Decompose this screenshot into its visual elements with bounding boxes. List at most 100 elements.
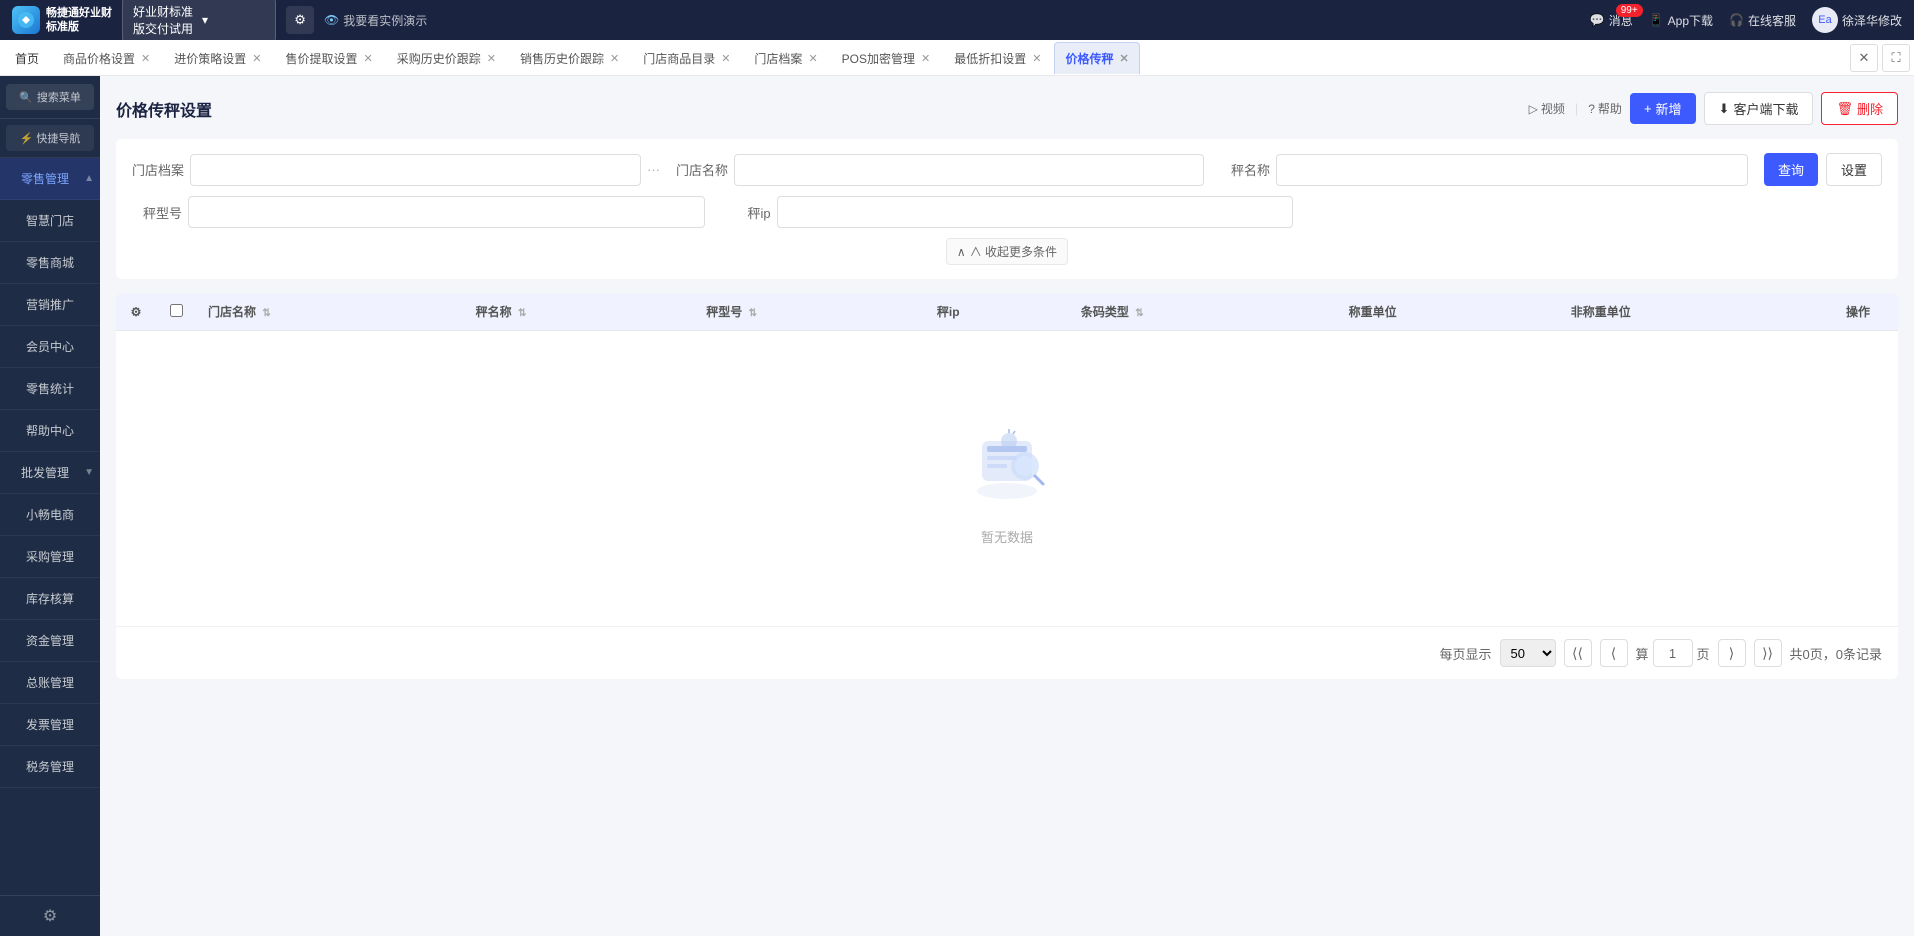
th-barcode-type: 条码类型 ⇅	[1069, 293, 1337, 331]
sidebar-item-smart-store[interactable]: 智慧门店	[0, 200, 100, 242]
tab-product-price[interactable]: 商品价格设置 ✕	[52, 42, 161, 74]
close-icon[interactable]: ✕	[808, 52, 817, 65]
per-page-select[interactable]: 20 50 100	[1500, 639, 1556, 667]
total-label: 共0页，0条记录	[1790, 644, 1882, 663]
scale-ip-input[interactable]	[777, 196, 1294, 228]
sidebar-item-retail[interactable]: 零售管理 ▲	[0, 158, 100, 200]
trash-icon: 🗑	[1836, 101, 1853, 117]
store-file-ellipsis[interactable]: ···	[647, 162, 660, 177]
table-wrap: ⚙ 门店名称 ⇅ 秤名称 ⇅	[116, 293, 1898, 626]
tab-store-catalog[interactable]: 门店商品目录 ✕	[632, 42, 741, 74]
tab-price-scale[interactable]: 价格传秤 ✕	[1054, 42, 1139, 74]
collapse-row: ∧ ∧ 收起更多条件	[132, 238, 1882, 265]
close-icon[interactable]: ✕	[252, 52, 261, 65]
quick-nav-button[interactable]: ⚡ 快捷导航	[6, 125, 94, 151]
scale-model-label: 秤型号	[132, 203, 182, 222]
close-icon[interactable]: ✕	[487, 52, 496, 65]
sidebar-item-purchase[interactable]: 采购管理	[0, 536, 100, 578]
close-icon[interactable]: ✕	[921, 52, 930, 65]
table-header-row: ⚙ 门店名称 ⇅ 秤名称 ⇅	[116, 293, 1898, 331]
first-page-button[interactable]: ⟨⟨	[1564, 639, 1592, 667]
close-icon[interactable]: ✕	[610, 52, 619, 65]
app-name: 畅捷通好业财 标准版	[46, 6, 112, 35]
sidebar-item-inventory[interactable]: 库存核算	[0, 578, 100, 620]
message-badge: 99+	[1616, 4, 1643, 17]
sidebar-item-finance[interactable]: 资金管理	[0, 620, 100, 662]
tab-store-file[interactable]: 门店档案 ✕	[743, 42, 828, 74]
sidebar-item-wholesale[interactable]: 批发管理 ▼	[0, 452, 100, 494]
demo-button[interactable]: 👁 我要看实例演示	[324, 12, 427, 29]
message-icon: 💬	[1590, 13, 1605, 27]
topbar-right: 💬 消息 99+ 📱 App下载 🎧 在线客服 Ea 徐泽华修改	[1590, 7, 1902, 33]
video-link[interactable]: ▷ 视频	[1529, 100, 1565, 117]
service-button[interactable]: 🎧 在线客服	[1729, 12, 1796, 29]
tab-purchase-history[interactable]: 采购历史价跟踪 ✕	[386, 42, 507, 74]
page-input[interactable]	[1653, 639, 1693, 667]
version-selector[interactable]: 好业财标准版交付试用 ▾	[122, 0, 276, 42]
th-scale-ip: 秤ip	[925, 293, 1069, 331]
sidebar-item-marketing[interactable]: 营销推广	[0, 284, 100, 326]
close-icon[interactable]: ✕	[1032, 52, 1041, 65]
tab-sale-price[interactable]: 售价提取设置 ✕	[274, 42, 383, 74]
close-icon[interactable]: ✕	[721, 52, 730, 65]
close-icon[interactable]: ✕	[141, 52, 150, 65]
sidebar-item-retail-stats[interactable]: 零售统计	[0, 368, 100, 410]
sidebar-search-section: 🔍 搜索菜单	[0, 76, 100, 119]
search-menu-button[interactable]: 🔍 搜索菜单	[6, 84, 94, 110]
close-icon[interactable]: ✕	[1119, 52, 1128, 65]
tab-min-discount[interactable]: 最低折扣设置 ✕	[943, 42, 1052, 74]
delete-button[interactable]: 🗑 删除	[1821, 92, 1898, 125]
tab-purchase-strategy[interactable]: 进价策略设置 ✕	[163, 42, 272, 74]
settings-icon[interactable]: ⚙	[131, 305, 142, 319]
tab-pos-encrypt[interactable]: POS加密管理 ✕	[831, 42, 942, 74]
collapse-button[interactable]: ∧ ∧ 收起更多条件	[946, 238, 1068, 265]
empty-state: 暂无数据	[116, 331, 1898, 626]
filter-store-file: 门店档案 ···	[132, 154, 660, 186]
user-menu[interactable]: Ea 徐泽华修改	[1812, 7, 1902, 33]
add-button[interactable]: + 新增	[1630, 93, 1696, 124]
sidebar-item-tax[interactable]: 税务管理	[0, 746, 100, 788]
config-button[interactable]: ⚙	[286, 6, 314, 34]
store-file-input[interactable]	[190, 154, 641, 186]
sidebar-item-ledger[interactable]: 总账管理	[0, 662, 100, 704]
chevron-down-icon: ▾	[202, 13, 265, 27]
sidebar-item-help[interactable]: 帮助中心	[0, 410, 100, 452]
close-icon[interactable]: ✕	[364, 52, 373, 65]
message-button[interactable]: 💬 消息 99+	[1590, 12, 1633, 29]
tab-sale-history[interactable]: 销售历史价跟踪 ✕	[509, 42, 630, 74]
sidebar-item-ecommerce[interactable]: 小畅电商	[0, 494, 100, 536]
fullscreen-button[interactable]: ⛶	[1882, 44, 1910, 72]
filter-row-1: 门店档案 ··· 门店名称 秤名称 查询 设置	[132, 153, 1882, 186]
prev-page-button[interactable]: ⟨	[1600, 639, 1628, 667]
select-all-checkbox[interactable]	[170, 304, 183, 317]
logo-icon	[12, 6, 40, 34]
headset-icon: 🎧	[1729, 13, 1744, 27]
scale-name-label: 秤名称	[1220, 160, 1270, 179]
th-scale-name: 秤名称 ⇅	[464, 293, 695, 331]
per-page-label: 每页显示	[1439, 644, 1491, 663]
query-button[interactable]: 查询	[1764, 153, 1818, 186]
store-name-input[interactable]	[734, 154, 1204, 186]
app-download-button[interactable]: 📱 App下载	[1649, 12, 1713, 29]
setting-button[interactable]: 设置	[1826, 153, 1882, 186]
sidebar-item-invoice[interactable]: 发票管理	[0, 704, 100, 746]
sidebar-item-retail-mall[interactable]: 零售商城	[0, 242, 100, 284]
sidebar-settings-button[interactable]: ⚙	[43, 906, 57, 926]
pagination: 每页显示 20 50 100 ⟨⟨ ⟨ 算 页 ⟩ ⟩⟩ 共0页，0条记录	[116, 626, 1898, 679]
phone-icon: 📱	[1649, 13, 1664, 27]
close-all-tabs-button[interactable]: ✕	[1850, 44, 1878, 72]
tab-home[interactable]: 首页	[4, 42, 50, 74]
scale-model-input[interactable]	[188, 196, 705, 228]
last-page-button[interactable]: ⟩⟩	[1754, 639, 1782, 667]
page-actions: ▷ 视频 | ? 帮助 + 新增 ⬇ 客户端下载 🗑 删除	[1529, 92, 1898, 125]
scale-name-input[interactable]	[1276, 154, 1748, 186]
page-header: 价格传秤设置 ▷ 视频 | ? 帮助 + 新增 ⬇ 客户端下载	[116, 92, 1898, 125]
sidebar-item-members[interactable]: 会员中心	[0, 326, 100, 368]
chevron-up-icon: ∧	[957, 245, 966, 259]
download-icon: ⬇	[1719, 101, 1730, 117]
download-client-button[interactable]: ⬇ 客户端下载	[1704, 92, 1814, 125]
next-page-button[interactable]: ⟩	[1718, 639, 1746, 667]
help-link[interactable]: ? 帮助	[1588, 100, 1622, 117]
filter-scale-name: 秤名称	[1220, 154, 1748, 186]
video-icon: ▷	[1529, 102, 1538, 116]
